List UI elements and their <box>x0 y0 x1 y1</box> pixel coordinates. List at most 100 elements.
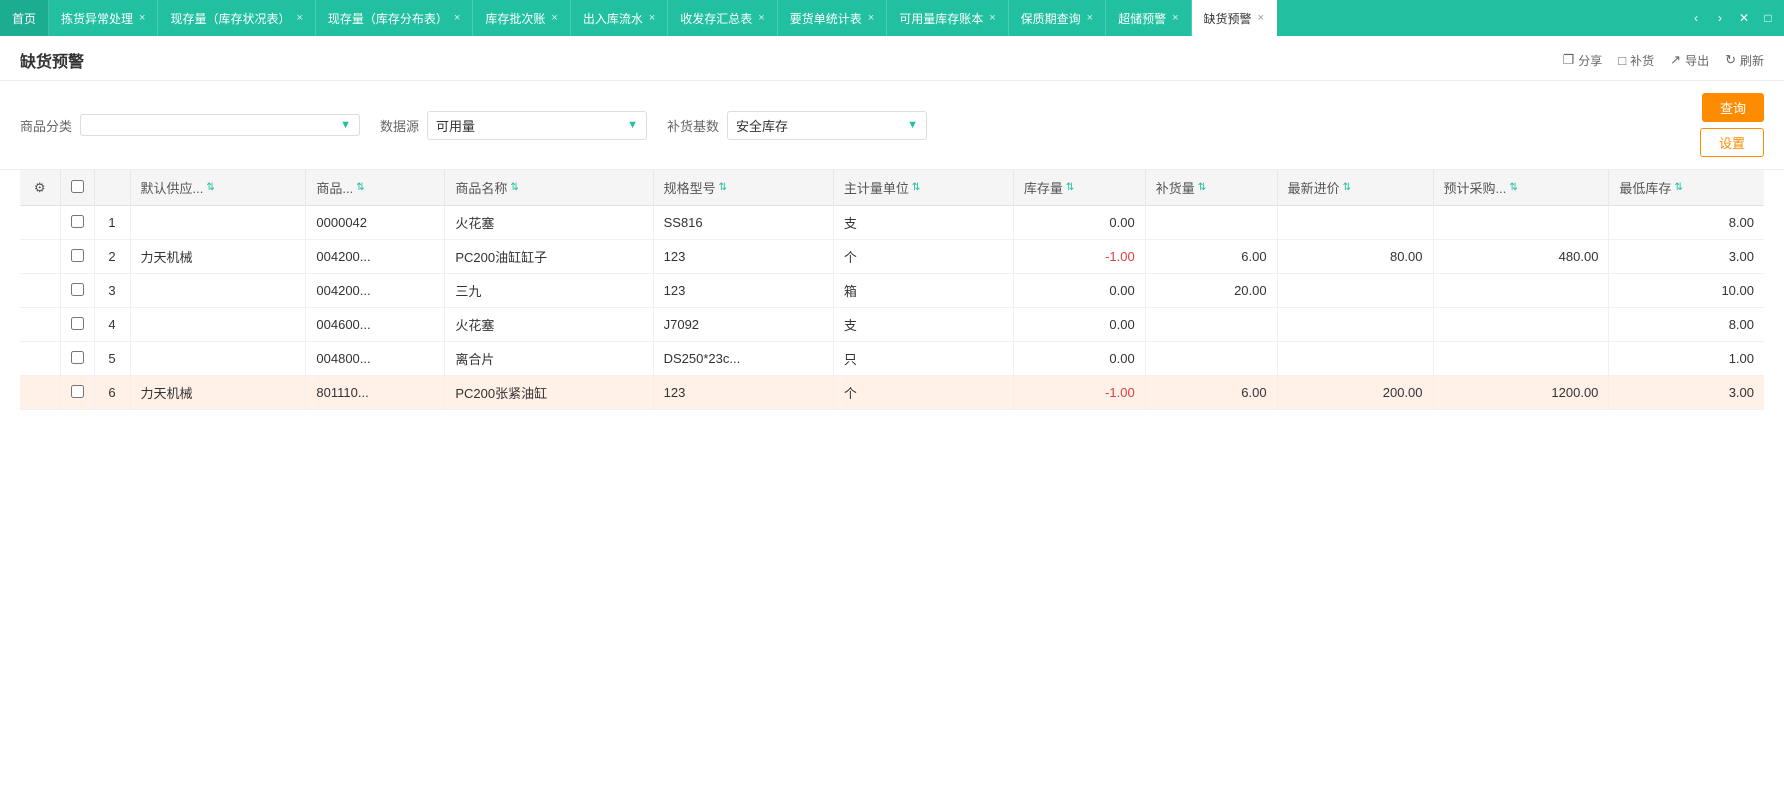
replenish-icon: □ <box>1618 53 1626 68</box>
col-product-code-header[interactable]: 商品... ⇅ <box>306 170 445 206</box>
row-settings-cell <box>20 206 60 240</box>
row-checkbox-4[interactable] <box>71 351 84 364</box>
tab-batch[interactable]: 库存批次账 × <box>473 0 570 36</box>
row-checkbox-1[interactable] <box>71 249 84 262</box>
row-checkbox-cell[interactable] <box>60 240 94 274</box>
col-checkbox-header[interactable] <box>60 170 94 206</box>
row-product-code-cell: 004600... <box>306 308 445 342</box>
tab-picking-close[interactable]: × <box>139 12 145 24</box>
tab-scroll-left-btn[interactable]: ‹ <box>1684 6 1708 30</box>
tab-available[interactable]: 可用量库存账本 × <box>887 0 1008 36</box>
row-index-cell: 6 <box>94 376 130 410</box>
row-checkbox-cell[interactable] <box>60 274 94 308</box>
datasource-label: 数据源 <box>380 116 419 135</box>
row-spec-cell: 123 <box>653 240 833 274</box>
tab-summary[interactable]: 收发存汇总表 × <box>668 0 777 36</box>
tab-shortage[interactable]: 缺货预警 × <box>1192 0 1277 36</box>
category-select[interactable]: ▼ <box>80 114 360 136</box>
row-supplier-cell <box>130 274 306 308</box>
row-checkbox-cell[interactable] <box>60 376 94 410</box>
tab-requisition[interactable]: 要货单统计表 × <box>778 0 887 36</box>
tab-expiry[interactable]: 保质期查询 × <box>1009 0 1106 36</box>
category-filter-group: 商品分类 ▼ <box>20 114 360 136</box>
row-estimated-cell <box>1433 274 1609 308</box>
col-estimated-sort-icon: ⇅ <box>1509 182 1517 193</box>
replenish-button[interactable]: □ 补货 <box>1618 52 1654 69</box>
tab-overstock-label: 超储预警 <box>1118 10 1166 27</box>
row-checkbox-5[interactable] <box>71 385 84 398</box>
row-checkbox-cell[interactable] <box>60 342 94 376</box>
row-checkbox-cell[interactable] <box>60 206 94 240</box>
tab-bar: 首页 拣货异常处理 × 现存量（库存状况表） × 现存量（库存分布表） × 库存… <box>0 0 1784 36</box>
share-label: 分享 <box>1578 52 1602 69</box>
row-replenish-cell <box>1145 342 1277 376</box>
tab-requisition-close[interactable]: × <box>868 12 874 24</box>
tab-inventory-dist[interactable]: 现存量（库存分布表） × <box>316 0 473 36</box>
tab-scroll-right-btn[interactable]: › <box>1708 6 1732 30</box>
export-button[interactable]: ↗ 导出 <box>1670 52 1709 69</box>
col-replenish-header[interactable]: 补货量 ⇅ <box>1145 170 1277 206</box>
row-stock-cell: 0.00 <box>1013 342 1145 376</box>
row-checkbox-0[interactable] <box>71 215 84 228</box>
tab-batch-close[interactable]: × <box>551 12 557 24</box>
row-product-name-cell: 离合片 <box>445 342 653 376</box>
col-product-name-header[interactable]: 商品名称 ⇅ <box>445 170 653 206</box>
datasource-select[interactable]: 可用量 ▼ <box>427 111 647 140</box>
tab-picking[interactable]: 拣货异常处理 × <box>49 0 158 36</box>
col-min-stock-sort-icon: ⇅ <box>1674 182 1682 193</box>
row-index-cell: 4 <box>94 308 130 342</box>
tab-home[interactable]: 首页 <box>0 0 49 36</box>
row-checkbox-cell[interactable] <box>60 308 94 342</box>
export-icon: ↗ <box>1670 52 1681 68</box>
col-unit-header[interactable]: 主计量单位 ⇅ <box>833 170 1013 206</box>
share-button[interactable]: ❐ 分享 <box>1563 52 1603 69</box>
tab-inventory-status-close[interactable]: × <box>296 12 302 24</box>
tab-inventory-dist-close[interactable]: × <box>454 12 460 24</box>
row-product-name-cell: PC200油缸缸子 <box>445 240 653 274</box>
tab-summary-close[interactable]: × <box>758 12 764 24</box>
col-spec-sort-icon: ⇅ <box>719 182 727 193</box>
table-header-row: ⚙ 默认供应... ⇅ 商品.. <box>20 170 1764 206</box>
tab-shortage-close[interactable]: × <box>1258 12 1264 24</box>
export-label: 导出 <box>1685 52 1709 69</box>
query-button[interactable]: 查询 <box>1702 93 1764 122</box>
row-product-code-cell: 004200... <box>306 240 445 274</box>
row-checkbox-3[interactable] <box>71 317 84 330</box>
row-estimated-cell <box>1433 206 1609 240</box>
replenish-base-label: 补货基数 <box>667 116 719 135</box>
settings-button[interactable]: 设置 <box>1700 128 1764 157</box>
col-stock-header[interactable]: 库存量 ⇅ <box>1013 170 1145 206</box>
row-estimated-cell <box>1433 308 1609 342</box>
replenish-base-select[interactable]: 安全库存 ▼ <box>727 111 927 140</box>
row-stock-cell: 0.00 <box>1013 274 1145 308</box>
share-icon: ❐ <box>1563 52 1575 68</box>
col-estimated-header[interactable]: 预计采购... ⇅ <box>1433 170 1609 206</box>
tab-overstock[interactable]: 超储预警 × <box>1106 0 1191 36</box>
data-table: ⚙ 默认供应... ⇅ 商品.. <box>20 170 1764 410</box>
tab-inventory-status[interactable]: 现存量（库存状况表） × <box>158 0 315 36</box>
row-spec-cell: J7092 <box>653 308 833 342</box>
tab-available-close[interactable]: × <box>989 12 995 24</box>
col-supplier-header[interactable]: 默认供应... ⇅ <box>130 170 306 206</box>
col-latest-price-header[interactable]: 最新进价 ⇅ <box>1277 170 1433 206</box>
row-supplier-cell: 力天机械 <box>130 240 306 274</box>
tab-shortage-label: 缺货预警 <box>1204 10 1252 27</box>
refresh-button[interactable]: ↻ 刷新 <box>1725 52 1764 69</box>
tab-close-current-btn[interactable]: ✕ <box>1732 6 1756 30</box>
col-spec-header[interactable]: 规格型号 ⇅ <box>653 170 833 206</box>
col-settings-header[interactable]: ⚙ <box>20 170 60 206</box>
datasource-filter-group: 数据源 可用量 ▼ <box>380 111 647 140</box>
row-latest-price-cell <box>1277 206 1433 240</box>
tab-overstock-close[interactable]: × <box>1172 12 1178 24</box>
tab-expiry-close[interactable]: × <box>1087 12 1093 24</box>
tab-inout[interactable]: 出入库流水 × <box>571 0 668 36</box>
select-all-checkbox[interactable] <box>71 180 84 193</box>
row-spec-cell: 123 <box>653 274 833 308</box>
col-min-stock-header[interactable]: 最低库存 ⇅ <box>1609 170 1764 206</box>
replenish-base-select-value: 安全库存 <box>736 116 788 135</box>
col-product-code-label: 商品... <box>316 178 353 197</box>
row-checkbox-2[interactable] <box>71 283 84 296</box>
tab-maximize-btn[interactable]: □ <box>1756 6 1780 30</box>
row-settings-cell <box>20 376 60 410</box>
tab-inout-close[interactable]: × <box>649 12 655 24</box>
